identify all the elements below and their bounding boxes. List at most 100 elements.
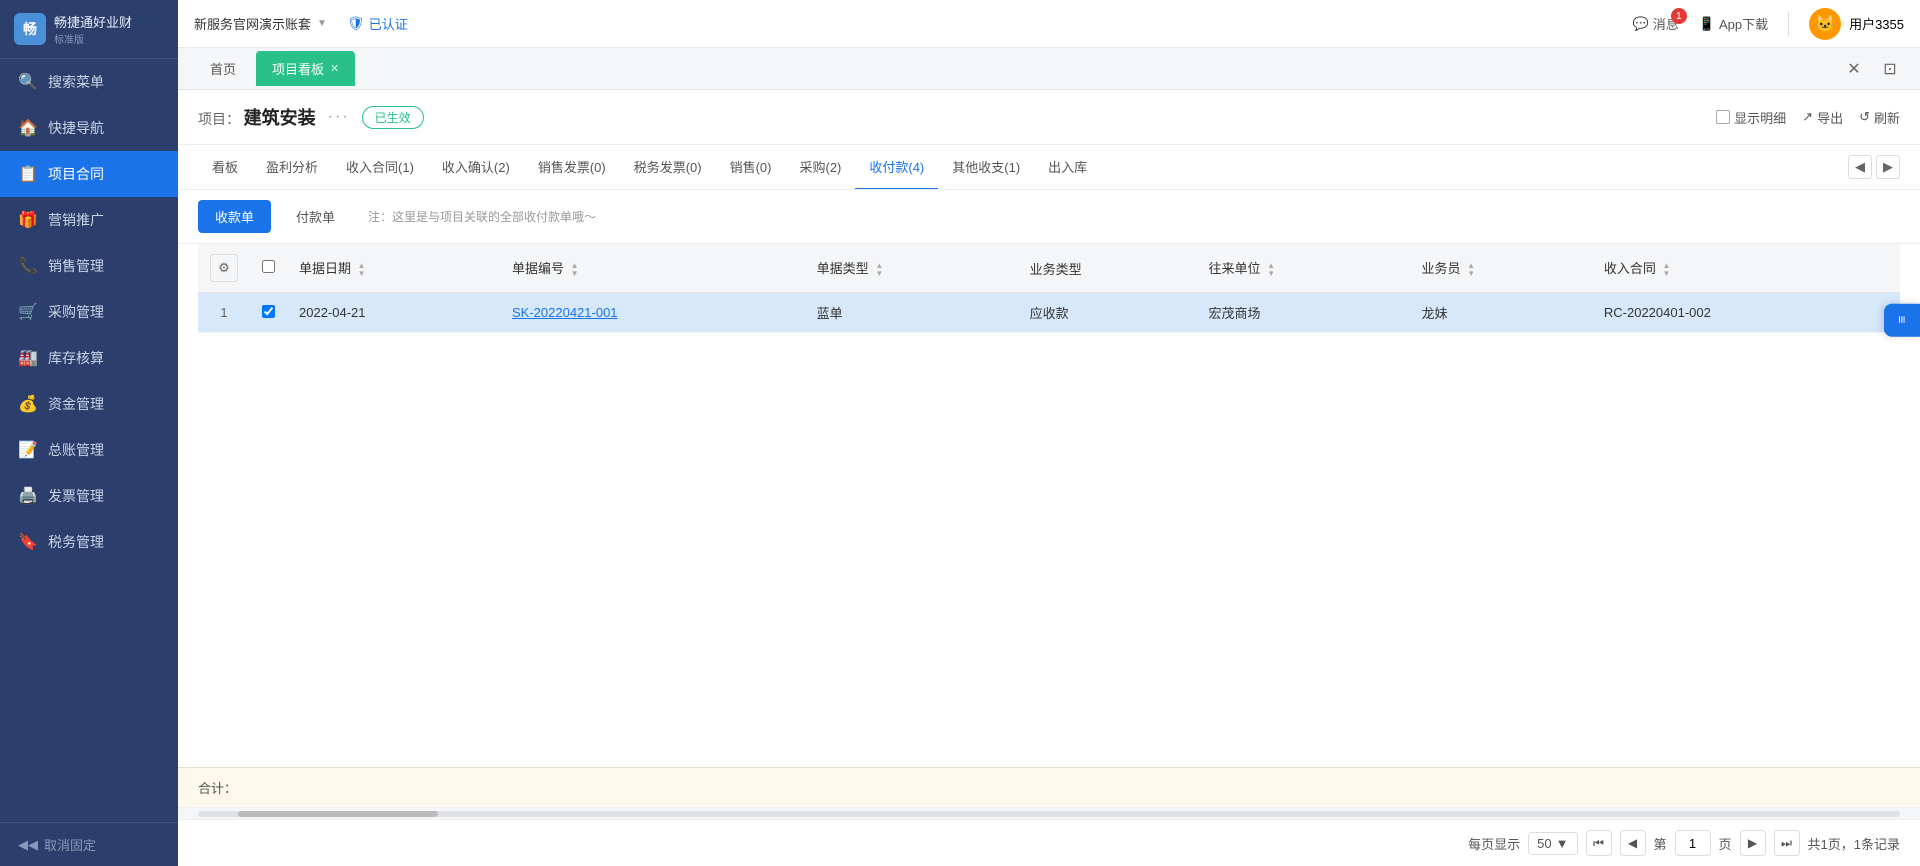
- project-title-area: 项目： 建筑安装: [198, 104, 316, 130]
- cell-income-contract: RC-20220401-002: [1592, 293, 1900, 333]
- sub-tab-receipt[interactable]: 收付款(4): [855, 145, 938, 190]
- sidebar-item-invoice-mgmt[interactable]: 🖨️ 发票管理: [0, 473, 178, 519]
- sub-tab-prev-button[interactable]: ◀: [1848, 155, 1872, 179]
- sidebar-unpin-button[interactable]: ◀◀ 取消固定: [0, 822, 178, 866]
- table-container: ⚙ 单据日期 ▲▼ 单据编号 ▲▼: [178, 244, 1920, 767]
- project-header-actions: 显示明细 ↗ 导出 ↺ 刷新: [1716, 108, 1900, 127]
- subsub-tab-receipt[interactable]: 收款单: [198, 200, 271, 233]
- pin-icon: ◀◀: [18, 837, 38, 853]
- select-all-checkbox[interactable]: [262, 260, 275, 273]
- col-doc-type[interactable]: 单据类型 ▲▼: [805, 244, 1018, 293]
- col-partner[interactable]: 往来单位 ▲▼: [1196, 244, 1409, 293]
- username-label: 用户3355: [1849, 14, 1904, 33]
- sidebar-item-general-ledger[interactable]: 📝 总账管理: [0, 427, 178, 473]
- account-dropdown-arrow: ▼: [317, 18, 327, 29]
- cell-doc-no[interactable]: SK-20220421-001: [500, 293, 805, 333]
- window-close-button[interactable]: ✕: [1840, 55, 1868, 83]
- sort-income-contract[interactable]: ▲▼: [1663, 262, 1671, 278]
- dropdown-arrow: ▼: [1556, 836, 1569, 851]
- column-settings-button[interactable]: ⚙: [210, 254, 238, 282]
- sidebar-item-tax-mgmt[interactable]: 🔖 税务管理: [0, 519, 178, 565]
- user-menu[interactable]: 🐱 用户3355: [1809, 8, 1904, 40]
- row-checkbox[interactable]: [262, 305, 275, 318]
- sidebar-item-inventory[interactable]: 🏭 库存核算: [0, 335, 178, 381]
- doc-no-link[interactable]: SK-20220421-001: [512, 305, 618, 320]
- cell-partner: 宏茂商场: [1196, 293, 1409, 333]
- pagination: 每页显示 50 ▼ ⏮ ◀ 第 页 ▶ ⏭ 共1页，1条记录: [178, 819, 1920, 866]
- sort-partner[interactable]: ▲▼: [1267, 262, 1275, 278]
- table-row[interactable]: 1 2022-04-21 SK-20220421-001 蓝单 应收款 宏茂商场…: [198, 293, 1900, 333]
- sidebar-item-search[interactable]: 🔍 搜索菜单: [0, 59, 178, 105]
- export-button[interactable]: ↗ 导出: [1802, 108, 1843, 127]
- project-status-badge: 已生效: [362, 106, 424, 129]
- last-page-button[interactable]: ⏭: [1774, 830, 1800, 856]
- subsub-hint: 注：这里是与项目关联的全部收付款单哦～: [368, 208, 596, 225]
- shield-icon: 🛡: [347, 15, 365, 32]
- col-salesman[interactable]: 业务员 ▲▼: [1409, 244, 1591, 293]
- tabbar: 首页 项目看板 ✕ ✕ ⊡: [178, 48, 1920, 90]
- sub-tab-income-contract[interactable]: 收入合同(1): [332, 145, 428, 190]
- subsub-tab-payment[interactable]: 付款单: [279, 200, 352, 233]
- sidebar-item-project-contract[interactable]: 📋 项目合同: [0, 151, 178, 197]
- sidebar-scroll: 🔍 搜索菜单 🏠 快捷导航 📋 项目合同 🎁 营销推广 📞 销售管理 🛒 采购管…: [0, 59, 178, 822]
- scrollbar-thumb[interactable]: [238, 811, 438, 817]
- certification-badge: 🛡 已认证: [347, 14, 408, 33]
- marketing-icon: 🎁: [18, 210, 38, 230]
- sidebar-item-quick-nav[interactable]: 🏠 快捷导航: [0, 105, 178, 151]
- tab-project-board[interactable]: 项目看板 ✕: [256, 51, 355, 86]
- sub-tab-other-expense[interactable]: 其他收支(1): [938, 145, 1034, 190]
- page-number-input[interactable]: [1675, 830, 1711, 856]
- show-detail-toggle[interactable]: 显示明细: [1716, 108, 1786, 127]
- sub-tab-in-out[interactable]: 出入库: [1034, 145, 1101, 190]
- project-title: 建筑安装: [244, 108, 316, 128]
- invoice-icon: 🖨️: [18, 486, 38, 506]
- col-doc-no[interactable]: 单据编号 ▲▼: [500, 244, 805, 293]
- sidebar-item-sales-mgmt[interactable]: 📞 销售管理: [0, 243, 178, 289]
- subsub-tabs: 收款单 付款单 注：这里是与项目关联的全部收付款单哦～: [178, 190, 1920, 244]
- refresh-button[interactable]: ↺ 刷新: [1859, 108, 1900, 127]
- page-content: 项目： 建筑安装 ··· 已生效 显示明细 ↗ 导出 ↺ 刷新: [178, 90, 1920, 866]
- app-logo-icon: 畅: [14, 13, 46, 45]
- next-page-button[interactable]: ▶: [1740, 830, 1766, 856]
- col-income-contract[interactable]: 收入合同 ▲▼: [1592, 244, 1900, 293]
- page-size-select[interactable]: 50 ▼: [1528, 832, 1577, 855]
- sub-tab-profit[interactable]: 盈利分析: [252, 145, 332, 190]
- tab-close-icon[interactable]: ✕: [330, 62, 339, 75]
- sub-tab-sales-invoice[interactable]: 销售发票(0): [524, 145, 620, 190]
- col-doc-date[interactable]: 单据日期 ▲▼: [287, 244, 500, 293]
- sub-tab-sales[interactable]: 销售(0): [716, 145, 786, 190]
- sidebar-item-fund-mgmt[interactable]: 💰 资金管理: [0, 381, 178, 427]
- sub-tab-income-confirm[interactable]: 收入确认(2): [428, 145, 524, 190]
- row-num: 1: [198, 293, 250, 333]
- checkbox-icon: [1716, 110, 1730, 124]
- ledger-icon: 📝: [18, 440, 38, 460]
- sidebar-item-marketing[interactable]: 🎁 营销推广: [0, 197, 178, 243]
- first-page-button[interactable]: ⏮: [1586, 830, 1612, 856]
- sort-doc-type[interactable]: ▲▼: [875, 262, 883, 278]
- fund-icon: 💰: [18, 394, 38, 414]
- page-size-label: 每页显示: [1468, 834, 1520, 853]
- sub-tab-tax-invoice[interactable]: 税务发票(0): [620, 145, 716, 190]
- row-checkbox-cell: [250, 293, 287, 333]
- sort-salesman[interactable]: ▲▼: [1467, 262, 1475, 278]
- sub-tab-purchase[interactable]: 采购(2): [785, 145, 855, 190]
- sub-tab-board[interactable]: 看板: [198, 145, 252, 190]
- scrollbar-track[interactable]: [198, 811, 1900, 817]
- col-settings: ⚙: [198, 244, 250, 293]
- tab-home[interactable]: 首页: [194, 51, 252, 86]
- window-maximize-button[interactable]: ⊡: [1876, 55, 1904, 83]
- total-info: 共1页，1条记录: [1808, 834, 1900, 853]
- floating-panel-button[interactable]: ≡: [1884, 304, 1920, 337]
- app-download-button[interactable]: 📱 App下载: [1699, 14, 1768, 33]
- sidebar-item-purchase-mgmt[interactable]: 🛒 采购管理: [0, 289, 178, 335]
- sub-tab-next-button[interactable]: ▶: [1876, 155, 1900, 179]
- search-icon: 🔍: [18, 72, 38, 92]
- project-more-button[interactable]: ···: [328, 108, 350, 126]
- sort-doc-no[interactable]: ▲▼: [571, 262, 579, 278]
- prev-page-button[interactable]: ◀: [1620, 830, 1646, 856]
- message-button[interactable]: 💬 消息 1: [1633, 14, 1679, 33]
- account-selector[interactable]: 新服务官网演示账套 ▼: [194, 14, 327, 33]
- sidebar-logo: 畅 畅捷通好业财 标准版: [0, 0, 178, 59]
- sort-doc-date[interactable]: ▲▼: [358, 262, 366, 278]
- topbar: 新服务官网演示账套 ▼ 🛡 已认证 💬 消息 1 📱 App下载 🐱 用户335…: [178, 0, 1920, 48]
